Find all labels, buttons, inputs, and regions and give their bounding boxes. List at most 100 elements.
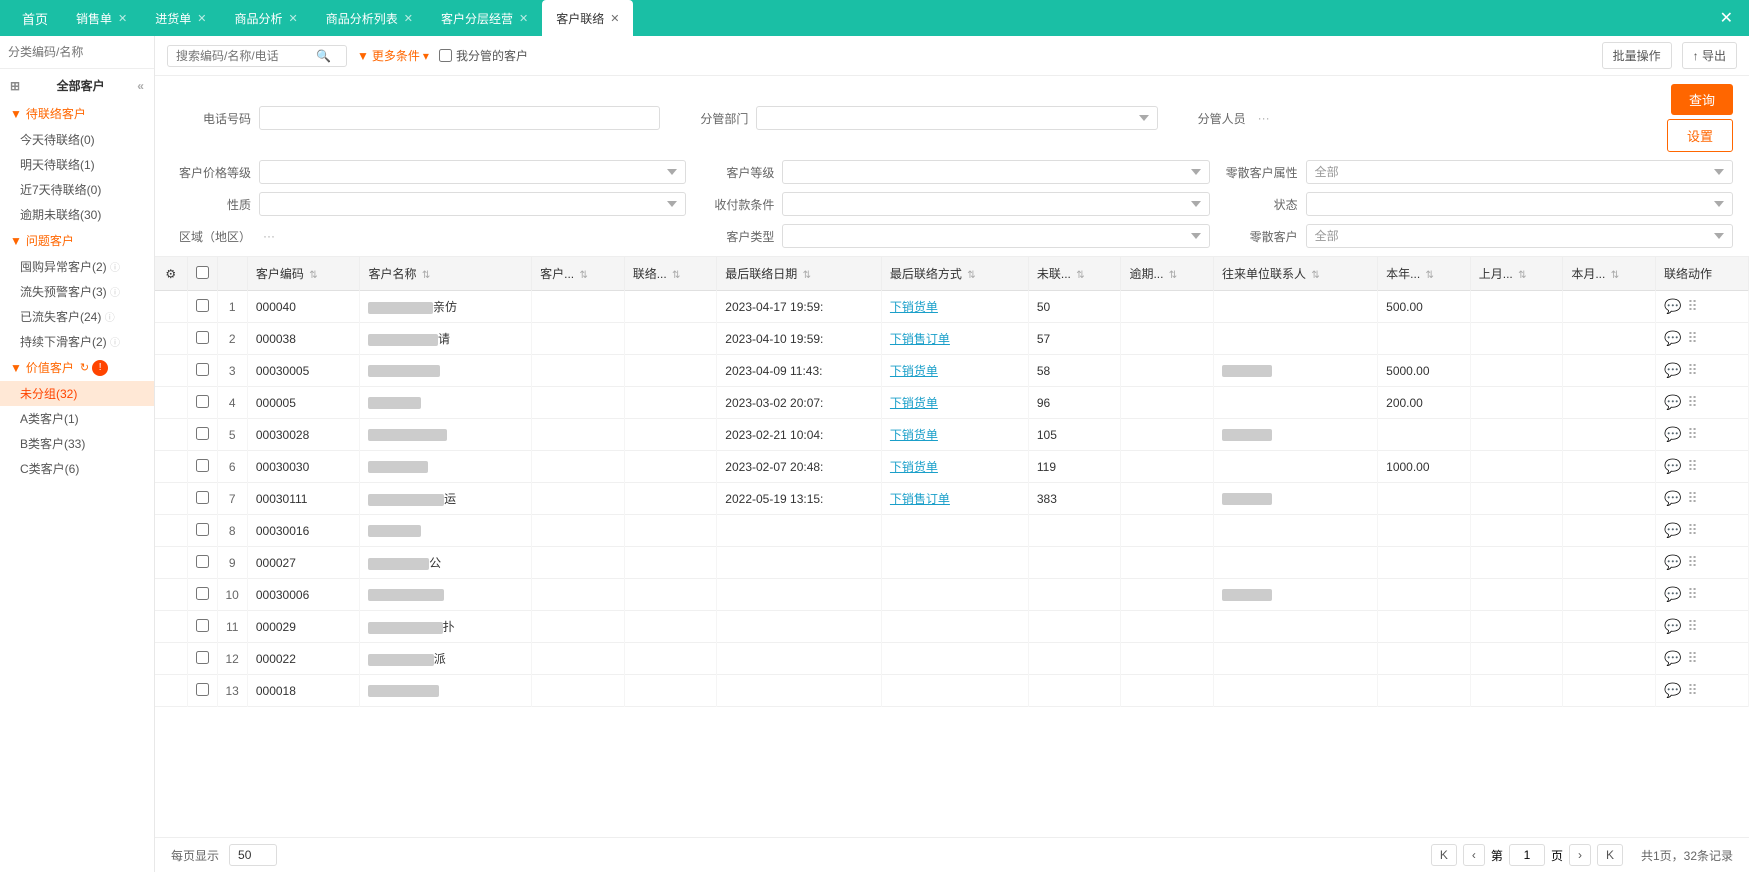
sidebar-item-7days[interactable]: 近7天待联络(0): [0, 177, 154, 202]
td-check[interactable]: [187, 515, 217, 547]
chat-icon[interactable]: 💬: [1664, 522, 1681, 539]
row-checkbox[interactable]: [196, 555, 209, 568]
my-customers-checkbox[interactable]: [439, 49, 452, 62]
more-icon[interactable]: ⠿: [1687, 458, 1697, 475]
more-icon[interactable]: ⠿: [1687, 330, 1697, 347]
chat-icon[interactable]: 💬: [1664, 586, 1681, 603]
sort-icon[interactable]: ⇅: [1518, 270, 1526, 281]
more-icon[interactable]: ⠿: [1687, 618, 1697, 635]
filter-search-icon[interactable]: 🔍: [316, 49, 331, 63]
chat-icon[interactable]: 💬: [1664, 394, 1681, 411]
status-select[interactable]: [1306, 192, 1733, 216]
settings-icon[interactable]: ⚙: [165, 267, 176, 281]
chat-icon[interactable]: 💬: [1664, 362, 1681, 379]
chat-icon[interactable]: 💬: [1664, 682, 1681, 699]
sidebar-search-box[interactable]: 🔍: [0, 36, 154, 69]
close-icon[interactable]: ✕: [197, 12, 206, 25]
td-check[interactable]: [187, 643, 217, 675]
td-last-method[interactable]: 下销售订单: [881, 483, 1028, 515]
td-check[interactable]: [187, 387, 217, 419]
more-icon[interactable]: ⠿: [1687, 426, 1697, 443]
batch-op-button[interactable]: 批量操作: [1602, 42, 1672, 69]
page-number-input[interactable]: [1509, 844, 1545, 866]
payment-select[interactable]: [782, 192, 1209, 216]
sidebar-item-abnormal[interactable]: 囤购异常客户(2) ⓘ: [0, 254, 154, 279]
sidebar-item-class-c[interactable]: C类客户(6): [0, 456, 154, 481]
td-last-method[interactable]: 下销货单: [881, 355, 1028, 387]
sort-icon[interactable]: ⇅: [422, 270, 430, 281]
chat-icon[interactable]: 💬: [1664, 650, 1681, 667]
sort-icon[interactable]: ⇅: [803, 270, 811, 281]
more-icon[interactable]: ⠿: [1687, 362, 1697, 379]
manager-dots[interactable]: ···: [1254, 111, 1274, 125]
last-page-button[interactable]: K: [1597, 844, 1623, 866]
sidebar-item-warning[interactable]: 流失预警客户(3) ⓘ: [0, 279, 154, 304]
query-button[interactable]: 查询: [1671, 84, 1733, 115]
row-checkbox[interactable]: [196, 427, 209, 440]
filter-search-box[interactable]: 🔍: [167, 45, 347, 67]
close-icon[interactable]: ✕: [404, 12, 413, 25]
td-last-method[interactable]: 下销货单: [881, 451, 1028, 483]
price-level-select[interactable]: [259, 160, 686, 184]
nav-tab-customer-segment[interactable]: 客户分层经营 ✕: [427, 0, 542, 36]
retail-select[interactable]: 全部: [1306, 224, 1733, 248]
row-checkbox[interactable]: [196, 619, 209, 632]
sort-icon[interactable]: ⇅: [1311, 270, 1319, 281]
th-partner[interactable]: 往来单位联系人 ⇅: [1214, 257, 1378, 291]
chat-icon[interactable]: 💬: [1664, 554, 1681, 571]
sort-icon[interactable]: ⇅: [967, 270, 975, 281]
dept-select[interactable]: [756, 106, 1157, 130]
th-type[interactable]: 客户... ⇅: [532, 257, 625, 291]
row-checkbox[interactable]: [196, 331, 209, 344]
more-icon[interactable]: ⠿: [1687, 554, 1697, 571]
nav-tab-product-list[interactable]: 商品分析列表 ✕: [312, 0, 427, 36]
th-overdue[interactable]: 逾期... ⇅: [1121, 257, 1214, 291]
sidebar-group-value[interactable]: ▼ 价值客户 ↻ !: [0, 354, 154, 381]
more-icon[interactable]: ⠿: [1687, 682, 1697, 699]
th-this-month[interactable]: 本月... ⇅: [1563, 257, 1656, 291]
td-check[interactable]: [187, 483, 217, 515]
sidebar-item-today[interactable]: 今天待联络(0): [0, 127, 154, 152]
filter-more-conditions[interactable]: ▼ 更多条件 ▾: [357, 47, 429, 64]
nav-home[interactable]: 首页: [8, 9, 62, 28]
nav-tab-customer-contact[interactable]: 客户联络 ✕: [542, 0, 633, 36]
row-checkbox[interactable]: [196, 491, 209, 504]
sort-icon[interactable]: ⇅: [672, 270, 680, 281]
td-check[interactable]: [187, 547, 217, 579]
per-page-input[interactable]: [229, 844, 277, 866]
close-icon[interactable]: ✕: [610, 12, 619, 25]
sidebar-group-problem[interactable]: ▼ 问题客户: [0, 227, 154, 254]
select-all-checkbox[interactable]: [196, 266, 209, 279]
td-check[interactable]: [187, 451, 217, 483]
window-close-button[interactable]: ✕: [1712, 8, 1741, 28]
sort-icon[interactable]: ⇅: [1076, 270, 1084, 281]
th-contact[interactable]: 联络... ⇅: [624, 257, 717, 291]
more-icon[interactable]: ⠿: [1687, 522, 1697, 539]
my-customers-filter[interactable]: 我分管的客户: [439, 47, 528, 64]
first-page-button[interactable]: K: [1431, 844, 1457, 866]
sidebar-all-customers[interactable]: ⊞ 全部客户 «: [0, 69, 154, 100]
th-this-year[interactable]: 本年... ⇅: [1378, 257, 1471, 291]
sidebar-item-tomorrow[interactable]: 明天待联络(1): [0, 152, 154, 177]
th-not-contact[interactable]: 未联... ⇅: [1028, 257, 1121, 291]
sidebar-item-class-b[interactable]: B类客户(33): [0, 431, 154, 456]
chat-icon[interactable]: 💬: [1664, 458, 1681, 475]
td-check[interactable]: [187, 323, 217, 355]
more-icon[interactable]: ⠿: [1687, 586, 1697, 603]
more-icon[interactable]: ⠿: [1687, 394, 1697, 411]
customer-level-select[interactable]: [782, 160, 1209, 184]
sidebar-item-overdue[interactable]: 逾期未联络(30): [0, 202, 154, 227]
sort-icon[interactable]: ⇅: [1169, 270, 1177, 281]
th-last-month[interactable]: 上月... ⇅: [1470, 257, 1563, 291]
row-checkbox[interactable]: [196, 299, 209, 312]
sort-icon[interactable]: ⇅: [1611, 270, 1619, 281]
close-icon[interactable]: ✕: [519, 12, 528, 25]
sort-icon[interactable]: ⇅: [579, 270, 587, 281]
sidebar-search-input[interactable]: [8, 45, 155, 59]
chat-icon[interactable]: 💬: [1664, 618, 1681, 635]
filter-search-input[interactable]: [176, 49, 316, 63]
more-icon[interactable]: ⠿: [1687, 490, 1697, 507]
row-checkbox[interactable]: [196, 395, 209, 408]
row-checkbox[interactable]: [196, 363, 209, 376]
export-button[interactable]: ↑ 导出: [1682, 42, 1737, 69]
